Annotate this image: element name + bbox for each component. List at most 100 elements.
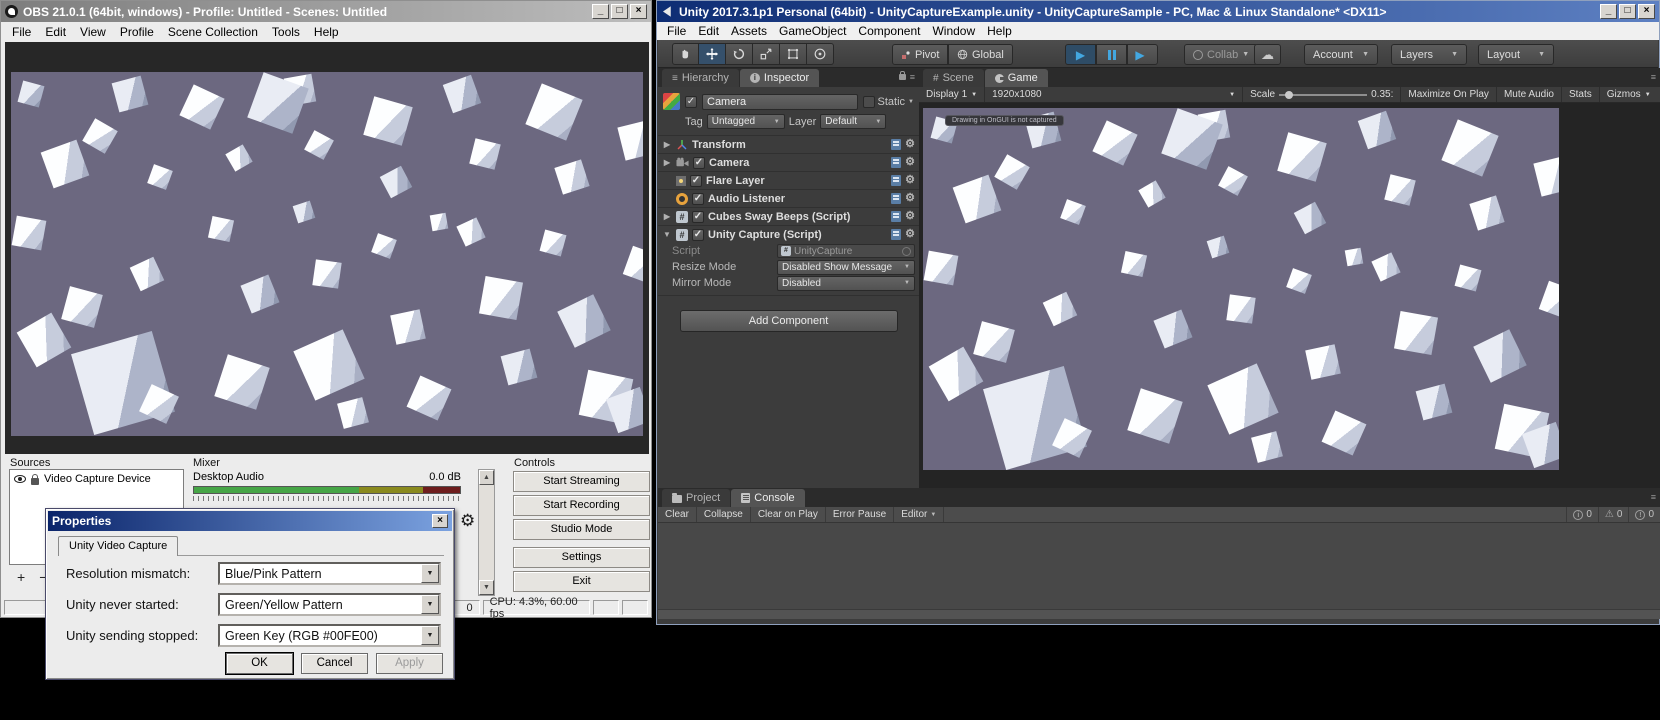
obs-menu-scene-collection[interactable]: Scene Collection [161,23,265,41]
scale-tool-button[interactable] [753,43,780,65]
foldout-icon[interactable]: ▼ [662,230,672,239]
stats-button[interactable]: Stats [1562,87,1600,102]
mute-audio-button[interactable]: Mute Audio [1497,87,1562,102]
gizmos-dropdown[interactable]: Gizmos▼ [1600,87,1660,102]
ok-button[interactable]: OK [226,653,293,674]
mixer-scrollbar[interactable]: ▲ ▼ [478,469,495,596]
console-clear-button[interactable]: Clear [658,507,697,522]
unity-minimize-button[interactable]: _ [1600,4,1617,19]
resolution-mismatch-select[interactable]: Blue/Pink Pattern ▼ [218,562,441,585]
console-clear-on-play-button[interactable]: Clear on Play [751,507,826,522]
script-object-field[interactable]: # UnityCapture [777,244,915,258]
component-enabled-checkbox[interactable]: ✓ [693,157,705,169]
combo-arrow-icon[interactable]: ▼ [421,626,439,645]
scroll-down-icon[interactable]: ▼ [479,580,494,595]
component-unity-capture[interactable]: ▼ # ✓ Unity Capture (Script) ⚙ [658,225,919,243]
combo-arrow-icon[interactable]: ▼ [421,564,439,583]
help-icon[interactable] [891,193,901,204]
obs-menu-help[interactable]: Help [307,23,346,41]
layout-dropdown[interactable]: Layout▼ [1478,44,1554,65]
component-enabled-checkbox[interactable]: ✓ [692,211,704,223]
unity-sending-stopped-select[interactable]: Green Key (RGB #00FE00) ▼ [218,624,441,647]
tab-game[interactable]: Game [985,69,1048,87]
dialog-tab-unity-video-capture[interactable]: Unity Video Capture [58,536,178,556]
scroll-up-icon[interactable]: ▲ [479,470,494,485]
help-icon[interactable] [891,229,901,240]
component-transform[interactable]: ▶ Transform ⚙ [658,135,919,153]
unity-menu-edit[interactable]: Edit [692,23,725,39]
console-warning-toggle[interactable]: ⚠ 0 [1598,507,1629,522]
apply-button[interactable]: Apply [376,653,443,674]
help-icon[interactable] [891,157,901,168]
tab-hierarchy[interactable]: ≡ Hierarchy [662,69,739,87]
tab-console[interactable]: Console [731,489,804,507]
mirror-mode-dropdown[interactable]: Disabled▼ [777,276,915,291]
foldout-icon[interactable]: ▶ [662,158,672,167]
unity-close-button[interactable]: × [1638,4,1655,19]
add-source-button[interactable]: + [17,569,25,585]
tab-scene[interactable]: # Scene [923,69,984,87]
start-recording-button[interactable]: Start Recording [513,495,650,516]
layer-dropdown[interactable]: Default▼ [820,114,886,129]
gameobject-cube-icon[interactable] [663,93,680,110]
help-icon[interactable] [891,175,901,186]
object-picker-icon[interactable] [902,247,911,256]
component-audio-listener[interactable]: ✓ Audio Listener ⚙ [658,189,919,207]
unity-menu-window[interactable]: Window [926,23,981,39]
console-collapse-button[interactable]: Collapse [697,507,751,522]
component-gear-icon[interactable]: ⚙ [905,175,915,186]
help-icon[interactable] [891,211,901,222]
static-toggle[interactable]: Static ▼ [863,96,914,108]
console-log-area[interactable] [658,523,1660,609]
help-icon[interactable] [891,139,901,150]
visibility-eye-icon[interactable] [14,475,26,483]
cancel-button[interactable]: Cancel [301,653,368,674]
component-enabled-checkbox[interactable]: ✓ [690,175,702,187]
cloud-button[interactable]: ☁ [1254,44,1281,65]
unity-maximize-button[interactable]: □ [1619,4,1636,19]
pane-menu-icon[interactable]: ≡ [910,72,915,82]
unity-menu-file[interactable]: File [661,23,692,39]
component-gear-icon[interactable]: ⚙ [905,139,915,150]
combo-arrow-icon[interactable]: ▼ [421,595,439,614]
inspector-lock-icon[interactable] [899,74,906,80]
hand-tool-button[interactable] [672,43,699,65]
obs-menu-view[interactable]: View [73,23,113,41]
unity-menu-help[interactable]: Help [981,23,1018,39]
component-gear-icon[interactable]: ⚙ [905,193,915,204]
component-camera[interactable]: ▶ ✓ Camera ⚙ [658,153,919,171]
obs-maximize-button[interactable]: □ [611,4,628,19]
source-row-video-capture[interactable]: Video Capture Device [10,470,183,488]
dialog-close-button[interactable]: × [432,514,448,528]
component-cubes-sway-beeps[interactable]: ▶ # ✓ Cubes Sway Beeps (Script) ⚙ [658,207,919,225]
unity-menu-assets[interactable]: Assets [725,23,773,39]
console-editor-dropdown[interactable]: Editor▼ [894,507,944,522]
pause-button[interactable] [1096,44,1127,65]
console-info-toggle[interactable]: i 0 [1566,507,1598,522]
resize-mode-dropdown[interactable]: Disabled Show Message▼ [777,260,915,275]
layers-dropdown[interactable]: Layers▼ [1391,44,1467,65]
component-gear-icon[interactable]: ⚙ [905,211,915,222]
unity-titlebar[interactable]: Unity 2017.3.1p1 Personal (64bit) - Unit… [657,1,1659,22]
obs-close-button[interactable]: × [630,4,647,19]
foldout-icon[interactable]: ▶ [662,212,672,221]
obs-menu-profile[interactable]: Profile [113,23,161,41]
component-gear-icon[interactable]: ⚙ [905,157,915,168]
obs-menu-tools[interactable]: Tools [265,23,307,41]
unity-menu-component[interactable]: Component [852,23,926,39]
move-tool-button[interactable] [699,43,726,65]
obs-titlebar[interactable]: OBS 21.0.1 (64bit, windows) - Profile: U… [1,1,651,22]
pivot-toggle-button[interactable]: Pivot [892,44,948,65]
step-button[interactable]: ▶ [1127,44,1158,65]
gameobject-active-checkbox[interactable]: ✓ [685,96,697,108]
foldout-icon[interactable]: ▶ [662,140,672,149]
display-dropdown[interactable]: Display 1▼ [919,87,985,102]
exit-button[interactable]: Exit [513,571,650,592]
start-streaming-button[interactable]: Start Streaming [513,471,650,492]
static-checkbox[interactable] [863,96,875,108]
pane-menu-icon[interactable]: ≡ [1651,492,1656,502]
mixer-gear-icon[interactable]: ⚙ [460,511,475,531]
studio-mode-button[interactable]: Studio Mode [513,519,650,540]
unity-never-started-select[interactable]: Green/Yellow Pattern ▼ [218,593,441,616]
console-error-pause-button[interactable]: Error Pause [826,507,894,522]
